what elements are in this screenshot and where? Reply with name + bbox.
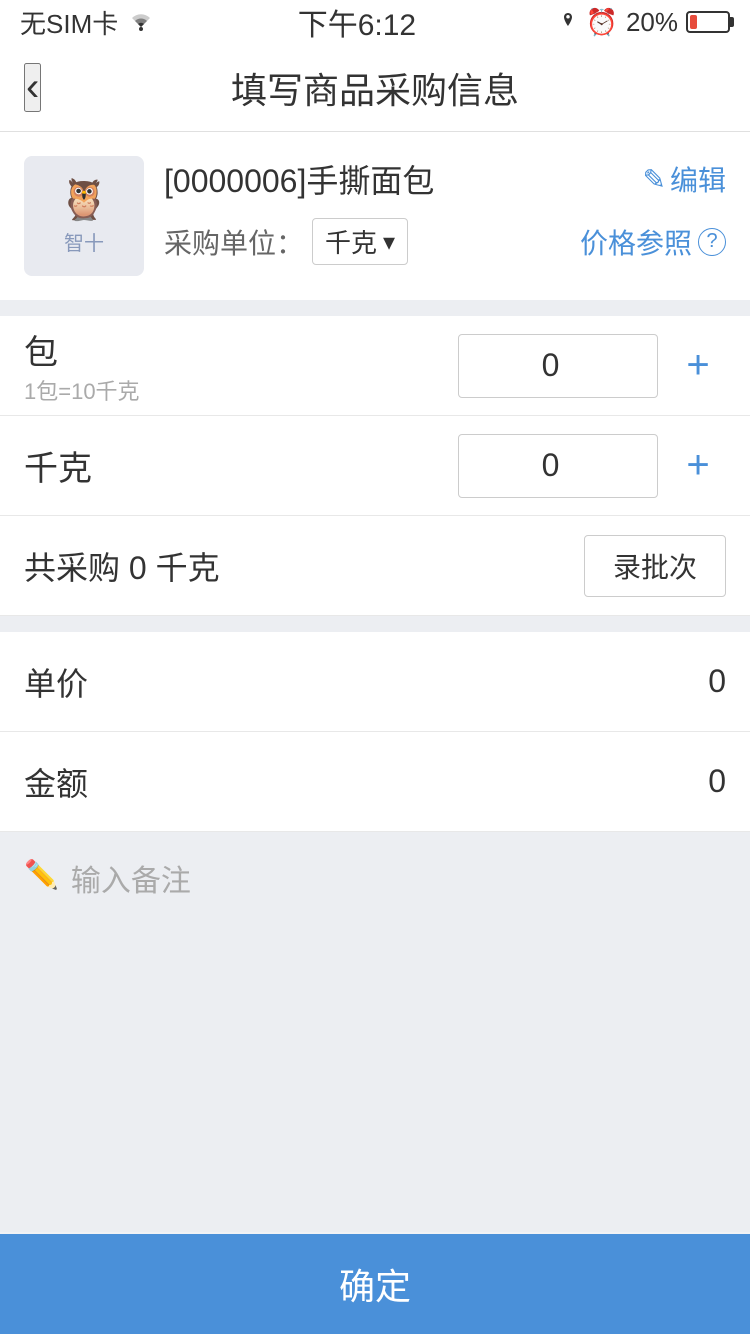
unit-price-value: 0 [708, 663, 726, 700]
edit-link[interactable]: ✎ 编辑 [643, 159, 726, 199]
carrier-text: 无SIM卡 [20, 4, 118, 41]
wifi-icon [126, 7, 156, 38]
bag-label-main: 包 [24, 325, 144, 374]
amount-row: 金额 0 [0, 732, 750, 832]
unit-select[interactable]: 千克 [312, 218, 408, 265]
product-name: [0000006]手撕面包 [164, 156, 434, 202]
bag-input-field: + [144, 334, 726, 398]
batch-button[interactable]: 录批次 [584, 535, 726, 597]
battery-icon [686, 11, 730, 33]
kg-input-field: + [144, 434, 726, 498]
bag-plus-button[interactable]: + [670, 334, 726, 398]
bag-label: 包 1包=10千克 [24, 325, 144, 406]
confirm-button[interactable]: 确定 [0, 1234, 750, 1334]
nav-bar: ‹ 填写商品采购信息 [0, 44, 750, 132]
product-card: 🦉 智十 [0000006]手撕面包 ✎ 编辑 采购单位： 千克 价格参照 ? [0, 132, 750, 300]
kg-input-section: 千克 + [0, 416, 750, 516]
bag-quantity-input[interactable] [458, 334, 658, 398]
status-time: 下午6:12 [298, 0, 416, 44]
product-info: [0000006]手撕面包 ✎ 编辑 采购单位： 千克 价格参照 ? [164, 156, 726, 265]
pencil-icon: ✏️ [24, 858, 59, 891]
product-image-label: 智十 [64, 227, 104, 256]
kg-quantity-input[interactable] [458, 434, 658, 498]
status-bar: 无SIM卡 下午6:12 ⏰ 20% [0, 0, 750, 44]
unit-price-row: 单价 0 [0, 632, 750, 732]
bottom-spacer [0, 932, 750, 1232]
kg-row: 千克 + [0, 416, 750, 516]
bag-row: 包 1包=10千克 + [0, 316, 750, 416]
info-icon: ? [698, 228, 726, 256]
chevron-down-icon [383, 226, 395, 257]
product-image: 🦉 智十 [24, 156, 144, 276]
summary-text: 共采购 0 千克 [24, 543, 220, 589]
back-button[interactable]: ‹ [24, 63, 41, 112]
price-ref-label: 价格参照 [580, 222, 692, 262]
kg-plus-button[interactable]: + [670, 434, 726, 498]
amount-value: 0 [708, 763, 726, 800]
status-right: ⏰ 20% [558, 7, 730, 38]
edit-icon: ✎ [643, 163, 666, 196]
kg-label-main: 千克 [24, 441, 144, 490]
status-carrier: 无SIM卡 [20, 4, 156, 41]
remark-section[interactable]: ✏️ 输入备注 [0, 832, 750, 932]
unit-value: 千克 [325, 223, 377, 260]
price-ref-link[interactable]: 价格参照 ? [580, 222, 726, 262]
alarm-icon: ⏰ [586, 7, 618, 38]
bag-label-sub: 1包=10千克 [24, 374, 144, 406]
battery-percent: 20% [626, 7, 678, 38]
summary-row: 共采购 0 千克 录批次 [0, 516, 750, 616]
divider-2 [0, 616, 750, 632]
product-thumbnail-icon: 🦉 [59, 176, 109, 223]
remark-placeholder: 输入备注 [71, 856, 191, 900]
kg-label: 千克 [24, 441, 144, 490]
unit-label: 采购单位： 千克 [164, 218, 408, 265]
location-icon [558, 7, 578, 38]
bag-input-section: 包 1包=10千克 + [0, 316, 750, 416]
page-title: 填写商品采购信息 [231, 62, 519, 114]
price-section: 单价 0 金额 0 [0, 632, 750, 832]
divider-1 [0, 300, 750, 316]
unit-price-label: 单价 [24, 659, 88, 705]
edit-label: 编辑 [670, 159, 726, 199]
amount-label: 金额 [24, 759, 88, 805]
